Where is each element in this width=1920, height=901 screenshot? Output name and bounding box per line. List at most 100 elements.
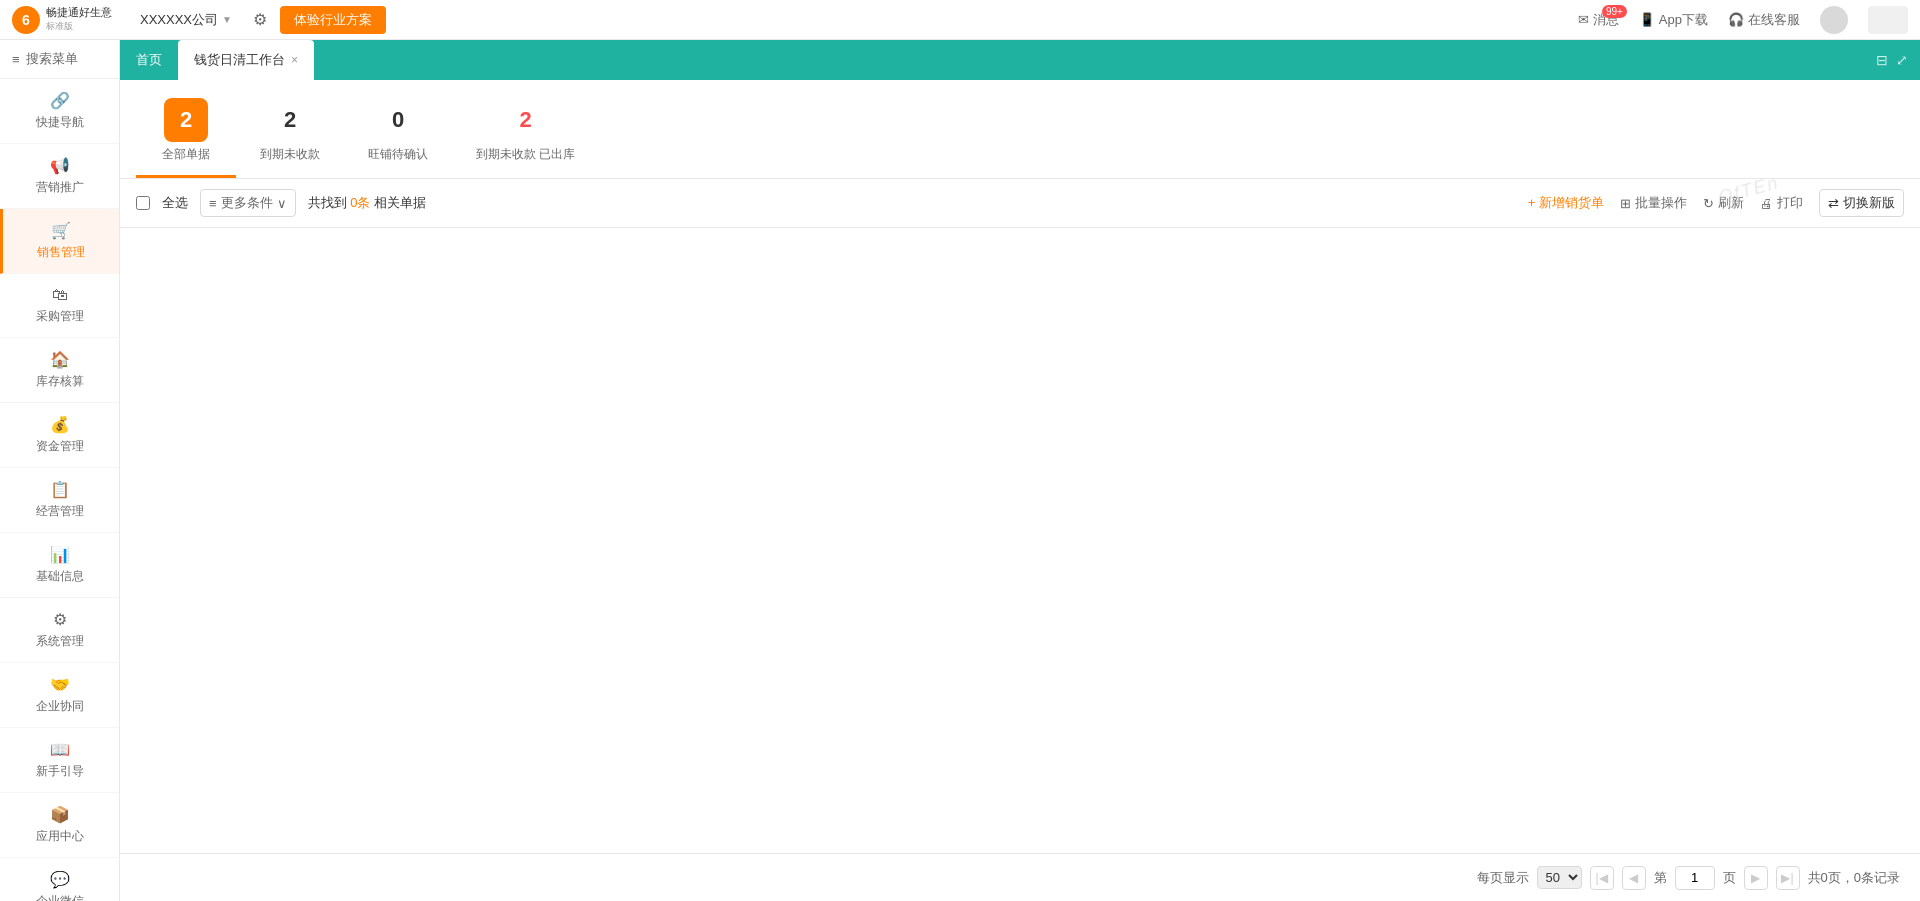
tab-active-label: 钱货日清工作台	[194, 51, 285, 69]
add-button[interactable]: + 新增销货单	[1528, 194, 1604, 212]
sidebar-search-label: 搜索菜单	[26, 50, 78, 68]
wechat-icon: 💬	[50, 870, 70, 889]
header: 6 畅捷通好生意 标准版 XXXXXX公司 ▼ ⚙ 体验行业方案 ✉ 消息 99…	[0, 0, 1920, 40]
logo: 6 畅捷通好生意 标准版	[12, 6, 132, 34]
filter-icon: ≡	[209, 196, 217, 211]
stat-tab-wangpu[interactable]: 0 旺铺待确认	[344, 90, 452, 178]
settings-button[interactable]: ⚙	[248, 8, 272, 32]
prev-page-button[interactable]: ◀	[1622, 866, 1646, 890]
avatar[interactable]	[1820, 6, 1848, 34]
company-selector[interactable]: XXXXXX公司 ▼	[132, 11, 240, 29]
tab-home-label: 首页	[136, 51, 162, 69]
stat-label-all: 全部单据	[162, 146, 210, 163]
switch-button[interactable]: ⇄ 切换新版	[1819, 189, 1904, 217]
sidebar-label-cooperation: 企业协同	[36, 698, 84, 715]
online-service-icon: 🎧	[1728, 12, 1744, 27]
system-icon: ⚙	[53, 610, 67, 629]
tab-close-icon[interactable]: ×	[291, 53, 298, 67]
app-download-button[interactable]: 📱 App下载	[1639, 11, 1708, 29]
settings-icon: ⚙	[253, 10, 267, 29]
sidebar-item-system[interactable]: ⚙ 系统管理	[0, 598, 119, 663]
page-size-select[interactable]: 50	[1537, 866, 1582, 889]
sidebar-label-operations: 经营管理	[36, 503, 84, 520]
filter-arrow-icon: ∨	[277, 196, 287, 211]
sidebar-label-quicknav: 快捷导航	[36, 114, 84, 131]
main-layout: ≡ 搜索菜单 🔗 快捷导航 📢 营销推广 🛒 销售管理 🛍 采购管理 🏠 库存核…	[0, 40, 1920, 901]
print-button[interactable]: 🖨 打印	[1760, 194, 1803, 212]
purchase-icon: 🛍	[52, 286, 68, 304]
sidebar-item-finance[interactable]: 💰 资金管理	[0, 403, 119, 468]
logo-icon: 6	[12, 6, 40, 34]
stat-num-shipped: 2	[504, 98, 548, 142]
bulk-button[interactable]: ⊞ 批量操作	[1620, 194, 1687, 212]
stat-label-wangpu: 旺铺待确认	[368, 146, 428, 163]
online-service-label: 在线客服	[1748, 11, 1800, 29]
table-empty	[120, 228, 1920, 853]
tab-minimize-icon[interactable]: ⊟	[1876, 52, 1888, 68]
online-service-button[interactable]: 🎧 在线客服	[1728, 11, 1800, 29]
sidebar-item-quicknav[interactable]: 🔗 快捷导航	[0, 79, 119, 144]
filter-button[interactable]: ≡ 更多条件 ∨	[200, 189, 296, 217]
message-badge: 99+	[1602, 5, 1627, 18]
toolbar-right: + 新增销货单 ⊞ 批量操作 ↻ 刷新 🖨 打印 ⇄	[1528, 189, 1904, 217]
tab-expand-icon[interactable]: ⤢	[1896, 52, 1908, 68]
print-label: 打印	[1777, 194, 1803, 212]
sidebar-label-basics: 基础信息	[36, 568, 84, 585]
select-all-label: 全选	[162, 194, 188, 212]
stat-num-overdue: 2	[268, 98, 312, 142]
sidebar-label-guide: 新手引导	[36, 763, 84, 780]
logo-name: 畅捷通好生意	[46, 6, 112, 19]
company-arrow-icon: ▼	[222, 14, 232, 25]
table-area	[120, 228, 1920, 853]
refresh-button[interactable]: ↻ 刷新	[1703, 194, 1744, 212]
message-button[interactable]: ✉ 消息 99+	[1578, 11, 1619, 29]
logo-tag: 标准版	[46, 20, 112, 33]
page-input[interactable]	[1675, 866, 1715, 890]
sidebar-item-purchase[interactable]: 🛍 采购管理	[0, 274, 119, 338]
sidebar-item-marketing[interactable]: 📢 营销推广	[0, 144, 119, 209]
sidebar-label-sales: 销售管理	[37, 244, 85, 261]
sidebar-item-basics[interactable]: 📊 基础信息	[0, 533, 119, 598]
stat-tab-shipped[interactable]: 2 到期未收款 已出库	[452, 90, 599, 178]
pagination: 每页显示 50 |◀ ◀ 第 页 ▶ ▶| 共0页，0条记录	[120, 853, 1920, 901]
stat-tab-overdue[interactable]: 2 到期未收款	[236, 90, 344, 178]
sidebar-item-inventory[interactable]: 🏠 库存核算	[0, 338, 119, 403]
filter-label: 更多条件	[221, 194, 273, 212]
content-area: 首页 钱货日清工作台 × ⊟ ⤢ 2 全部单据 2 到期未收款	[120, 40, 1920, 901]
sidebar-item-operations[interactable]: 📋 经营管理	[0, 468, 119, 533]
industry-button[interactable]: 体验行业方案	[280, 6, 386, 34]
tab-bar: 首页 钱货日清工作台 × ⊟ ⤢	[120, 40, 1920, 80]
sidebar: ≡ 搜索菜单 🔗 快捷导航 📢 营销推广 🛒 销售管理 🛍 采购管理 🏠 库存核…	[0, 40, 120, 901]
sidebar-label-inventory: 库存核算	[36, 373, 84, 390]
first-page-button[interactable]: |◀	[1590, 866, 1614, 890]
guide-icon: 📖	[50, 740, 70, 759]
stat-tab-all[interactable]: 2 全部单据	[136, 90, 236, 178]
sidebar-label-wechat: 企业微信	[36, 893, 84, 901]
sidebar-item-guide[interactable]: 📖 新手引导	[0, 728, 119, 793]
tab-active[interactable]: 钱货日清工作台 ×	[178, 40, 314, 80]
sidebar-search[interactable]: ≡ 搜索菜单	[0, 40, 119, 79]
sidebar-item-wechat[interactable]: 💬 企业微信	[0, 858, 119, 901]
sidebar-item-appstore[interactable]: 📦 应用中心	[0, 793, 119, 858]
sidebar-label-marketing: 营销推广	[36, 179, 84, 196]
inventory-icon: 🏠	[50, 350, 70, 369]
add-label: + 新增销货单	[1528, 194, 1604, 212]
next-page-button[interactable]: ▶	[1744, 866, 1768, 890]
sidebar-label-system: 系统管理	[36, 633, 84, 650]
found-prefix: 共找到	[308, 195, 347, 210]
sidebar-item-sales[interactable]: 🛒 销售管理	[0, 209, 119, 274]
user-menu[interactable]	[1868, 6, 1908, 34]
select-all-checkbox[interactable]	[136, 196, 150, 210]
last-page-button[interactable]: ▶|	[1776, 866, 1800, 890]
toolbar: 全选 ≡ 更多条件 ∨ 共找到 0条 相关单据 + 新增销货单	[120, 179, 1920, 228]
switch-label: 切换新版	[1843, 194, 1895, 212]
switch-icon: ⇄	[1828, 196, 1839, 211]
tab-home[interactable]: 首页	[120, 40, 178, 80]
page-size-label: 每页显示	[1477, 869, 1529, 887]
app-download-icon: 📱	[1639, 12, 1655, 27]
refresh-icon: ↻	[1703, 196, 1714, 211]
cooperation-icon: 🤝	[50, 675, 70, 694]
total-label: 共0页，0条记录	[1808, 869, 1900, 887]
sidebar-item-cooperation[interactable]: 🤝 企业协同	[0, 663, 119, 728]
sidebar-label-finance: 资金管理	[36, 438, 84, 455]
